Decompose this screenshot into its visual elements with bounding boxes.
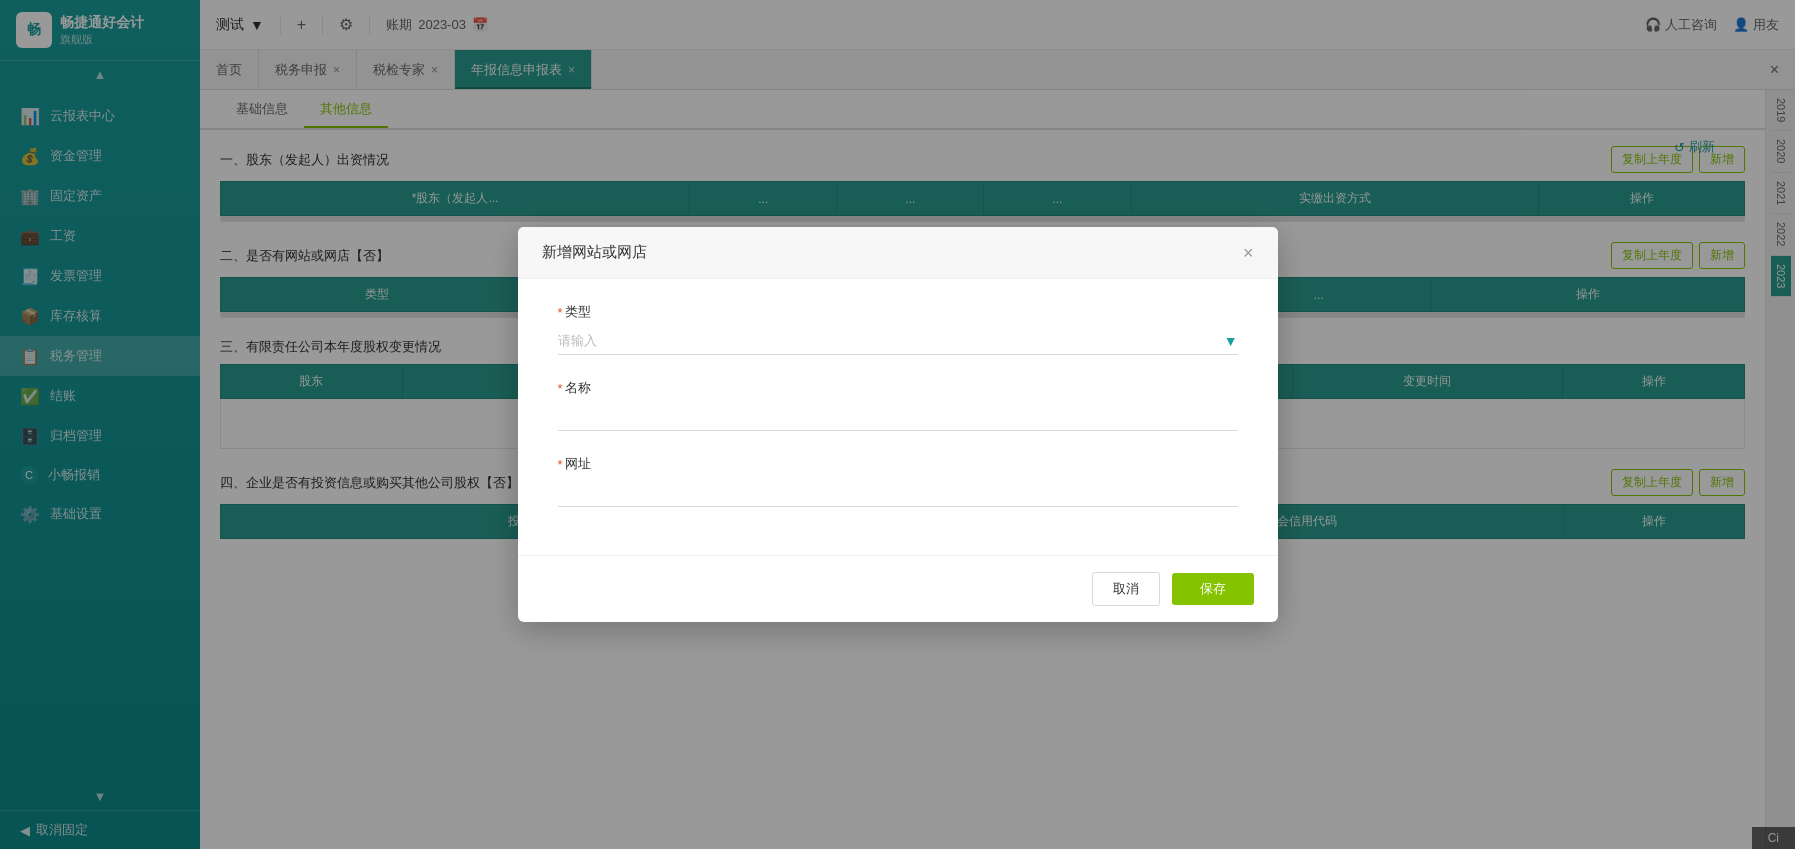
save-button[interactable]: 保存 xyxy=(1172,573,1254,605)
form-row-type: * 类型 ▼ xyxy=(558,303,1238,355)
modal-footer: 取消 保存 xyxy=(518,555,1278,622)
type-select-wrapper: ▼ xyxy=(558,327,1238,355)
modal-overlay: 新增网站或网店 × * 类型 ▼ * 名称 xyxy=(0,0,1795,849)
modal-add-website: 新增网站或网店 × * 类型 ▼ * 名称 xyxy=(518,227,1278,622)
form-row-name: * 名称 xyxy=(558,379,1238,431)
required-star-url: * xyxy=(558,457,563,472)
modal-body: * 类型 ▼ * 名称 * 网址 xyxy=(518,279,1278,555)
required-star-type: * xyxy=(558,305,563,320)
required-star-name: * xyxy=(558,381,563,396)
label-url-text: 网址 xyxy=(565,455,591,473)
label-type: * 类型 xyxy=(558,303,1238,321)
modal-close-button[interactable]: × xyxy=(1243,244,1254,262)
label-name-text: 名称 xyxy=(565,379,591,397)
label-name: * 名称 xyxy=(558,379,1238,397)
name-input[interactable] xyxy=(558,403,1238,431)
type-select-input[interactable] xyxy=(558,327,1238,355)
modal-header: 新增网站或网店 × xyxy=(518,227,1278,279)
url-input[interactable] xyxy=(558,479,1238,507)
cancel-button[interactable]: 取消 xyxy=(1092,572,1160,606)
label-url: * 网址 xyxy=(558,455,1238,473)
form-row-url: * 网址 xyxy=(558,455,1238,507)
modal-title: 新增网站或网店 xyxy=(542,243,647,262)
label-type-text: 类型 xyxy=(565,303,591,321)
